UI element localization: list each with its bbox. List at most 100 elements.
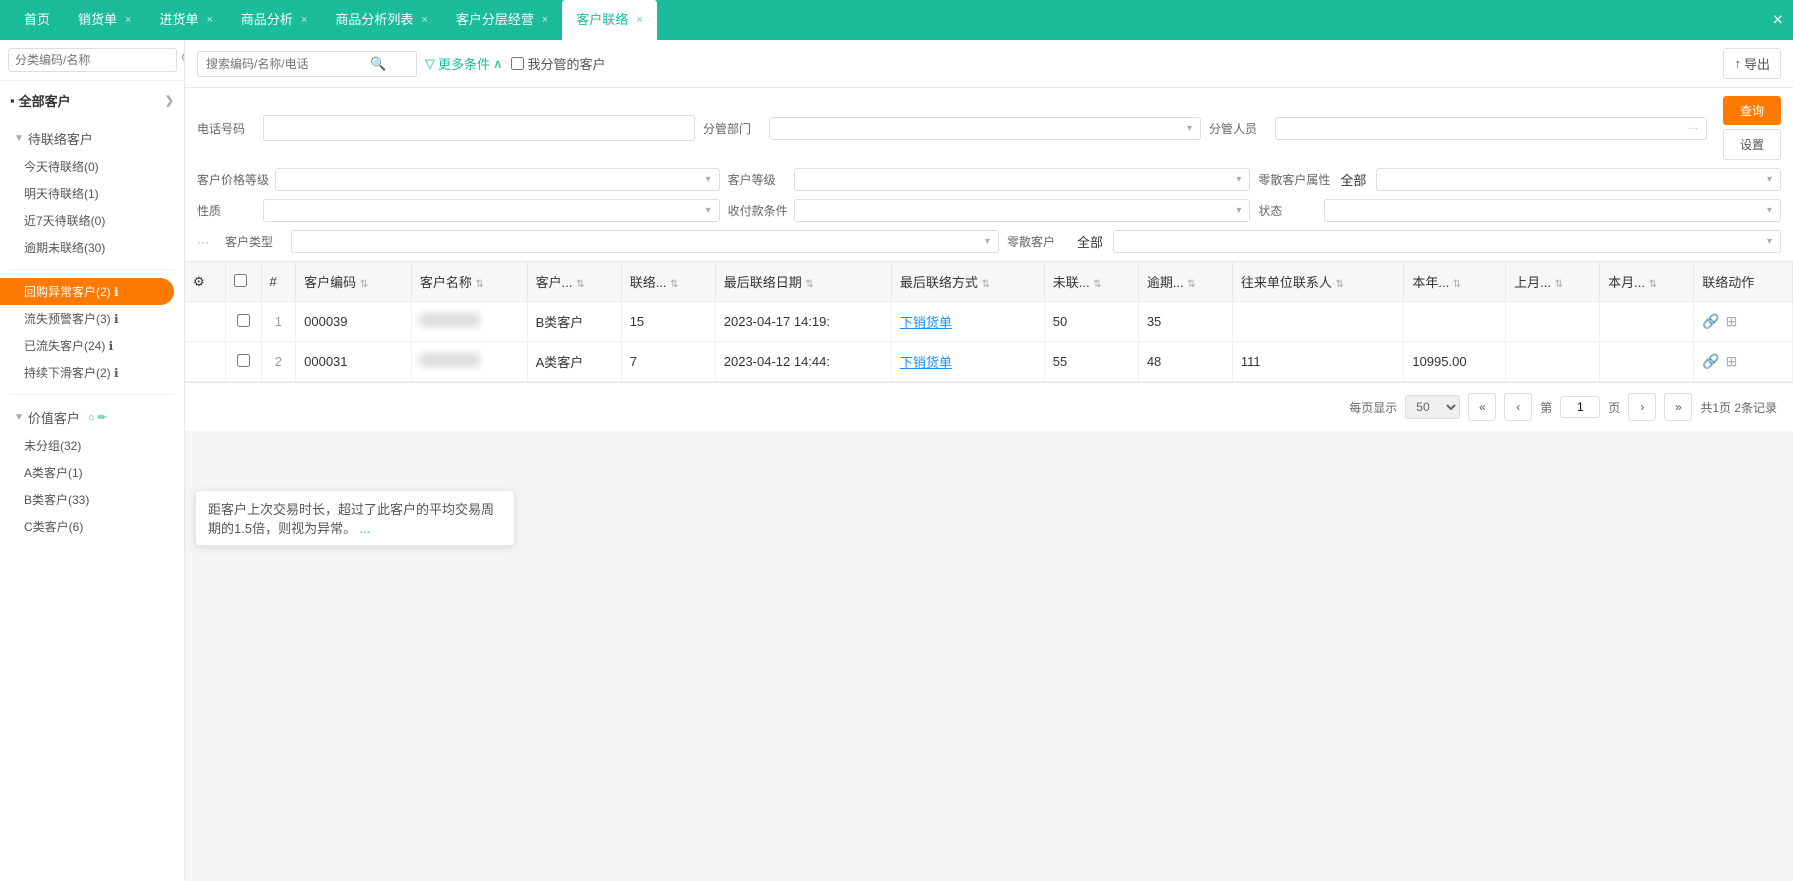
select-all-checkbox[interactable] — [234, 274, 247, 287]
nav-sales[interactable]: 销货单 × — [64, 0, 145, 40]
sidebar-all-customers[interactable]: ▪ 全部客户 ❯ — [0, 85, 184, 116]
filter-payment-select[interactable]: ▾ — [794, 199, 1251, 222]
nav-analysis-list[interactable]: 商品分析列表 × — [321, 0, 441, 40]
nav-customer-contact-close[interactable]: × — [636, 0, 642, 40]
link-sales-order-2[interactable]: 下销货单 — [900, 355, 952, 370]
td-contact-1: 15 — [621, 302, 715, 342]
action-link-icon-2[interactable]: 🔗 — [1702, 353, 1719, 370]
last-page-button[interactable]: » — [1664, 393, 1692, 421]
nav-home[interactable]: 首页 — [10, 0, 64, 40]
nav-customer-tier[interactable]: 客户分层经营 × — [442, 0, 562, 40]
sidebar-declining[interactable]: 持续下滑客户(2) ℹ — [0, 359, 184, 386]
toolbar: 🔍 ▽ 更多条件 ∧ 我分管的客户 ↑ 导出 — [185, 40, 1793, 88]
more-filter-button[interactable]: ▽ 更多条件 ∧ — [425, 54, 503, 73]
sidebar-all-customers-label: 全部客户 — [19, 91, 71, 110]
sidebar-collapse-icon[interactable]: ❯ — [165, 94, 174, 107]
sidebar-tomorrow-pending[interactable]: 明天待联络(1) — [0, 180, 184, 207]
nav-purchase[interactable]: 进货单 × — [145, 0, 226, 40]
sidebar-churned[interactable]: 已流失客户(24) ℹ — [0, 332, 184, 359]
th-gear[interactable]: ⚙ — [185, 262, 225, 302]
row-checkbox-2[interactable] — [237, 354, 250, 367]
sidebar-overdue-pending[interactable]: 逾期未联络(30) — [0, 234, 184, 261]
next-page-button[interactable]: › — [1628, 393, 1656, 421]
th-this-month[interactable]: 本月... ⇅ — [1600, 262, 1694, 302]
th-name[interactable]: 客户名称 ⇅ — [411, 262, 527, 302]
filter-department-select[interactable]: ▾ — [769, 117, 1201, 140]
filter-nature-select[interactable]: ▾ — [263, 199, 720, 222]
filter-retail-customer-select[interactable]: ▾ — [1113, 230, 1781, 253]
link-sales-order-1[interactable]: 下销货单 — [900, 315, 952, 330]
filter-more-button[interactable]: ··· — [197, 235, 209, 249]
sidebar-today-pending[interactable]: 今天待联络(0) — [0, 153, 184, 180]
window-close-button[interactable]: × — [1772, 10, 1783, 31]
sidebar-b-class[interactable]: B类客户(33) — [0, 486, 184, 513]
query-button[interactable]: 查询 — [1723, 96, 1781, 125]
filter-retail-attr-select[interactable]: ▾ — [1376, 168, 1781, 191]
th-checkbox[interactable] — [225, 262, 261, 302]
td-contact-person-2: 111 — [1232, 342, 1403, 382]
th-contact-person[interactable]: 往来单位联系人 ⇅ — [1232, 262, 1403, 302]
row-checkbox-1[interactable] — [237, 314, 250, 327]
sidebar-value-edit[interactable]: ○ ✏ — [88, 411, 107, 424]
sidebar-repurchase-anomaly[interactable]: 回购异常客户(2) ℹ — [0, 278, 174, 305]
search-icon[interactable]: 🔍 — [370, 56, 386, 72]
chevron-down-icon: ▾ — [1767, 236, 1772, 247]
export-button[interactable]: ↑ 导出 — [1723, 48, 1781, 79]
action-grid-icon-2[interactable]: ⊞ — [1726, 353, 1738, 370]
nav-customer-contact[interactable]: 客户联络 × — [562, 0, 656, 40]
tooltip-box: 距客户上次交易时长，超过了此客户的平均交易周期的1.5倍，则视为异常。 ... — [195, 490, 515, 546]
filter-price-grade-select[interactable]: ▾ — [275, 168, 720, 191]
sidebar-value-title[interactable]: ▼ 价值客户 ○ ✏ — [0, 403, 184, 432]
th-last-date[interactable]: 最后联络日期 ⇅ — [715, 262, 891, 302]
filter-customer-grade-label: 客户等级 — [728, 171, 788, 188]
td-checkbox-1 — [225, 302, 261, 342]
tooltip-more[interactable]: ... — [359, 521, 370, 536]
search-input[interactable] — [206, 57, 366, 71]
sidebar-7days-pending[interactable]: 近7天待联络(0) — [0, 207, 184, 234]
sidebar-pending-title[interactable]: ▼ 待联络客户 — [0, 124, 184, 153]
th-last-method[interactable]: 最后联络方式 ⇅ — [891, 262, 1044, 302]
td-type-2: A类客户 — [527, 342, 621, 382]
td-no-contact-1: 50 — [1044, 302, 1138, 342]
th-contact-count[interactable]: 联络... ⇅ — [621, 262, 715, 302]
filter-retail-inline-label: 全部 — [1077, 232, 1103, 251]
filter-customer-grade-select[interactable]: ▾ — [794, 168, 1251, 191]
th-type[interactable]: 客户... ⇅ — [527, 262, 621, 302]
prev-page-button[interactable]: ‹ — [1504, 393, 1532, 421]
nav-analysis-close[interactable]: × — [301, 0, 307, 40]
page-number-input[interactable] — [1560, 396, 1600, 418]
action-link-icon-1[interactable]: 🔗 — [1702, 313, 1719, 330]
per-page-select[interactable]: 50 10 20 100 — [1405, 395, 1460, 419]
th-last-month[interactable]: 上月... ⇅ — [1506, 262, 1600, 302]
sidebar-c-class[interactable]: C类客户(6) — [0, 513, 184, 540]
th-this-year[interactable]: 本年... ⇅ — [1404, 262, 1506, 302]
nav-sales-close[interactable]: × — [125, 0, 131, 40]
filter-phone-input[interactable] — [263, 115, 695, 141]
nav-purchase-close[interactable]: × — [206, 0, 212, 40]
filter-payment-label: 收付款条件 — [728, 202, 788, 219]
my-customer-label: 我分管的客户 — [528, 54, 606, 73]
setting-button[interactable]: 设置 — [1723, 129, 1781, 160]
th-code[interactable]: 客户编码 ⇅ — [296, 262, 412, 302]
nav-customer-tier-close[interactable]: × — [542, 0, 548, 40]
filter-person-select[interactable]: ··· — [1275, 117, 1707, 140]
sidebar-search-input[interactable] — [8, 48, 177, 72]
sidebar-a-class[interactable]: A类客户(1) — [0, 459, 184, 486]
my-customer-checkbox[interactable] — [511, 57, 524, 70]
nav-sales-label: 销货单 — [78, 0, 117, 40]
action-grid-icon-1[interactable]: ⊞ — [1726, 313, 1738, 330]
sidebar-ungroup[interactable]: 未分组(32) — [0, 432, 184, 459]
my-customer-checkbox-area: 我分管的客户 — [511, 54, 606, 73]
td-overdue-2: 48 — [1138, 342, 1232, 382]
nav-analysis-list-close[interactable]: × — [421, 0, 427, 40]
th-no-contact[interactable]: 未联... ⇅ — [1044, 262, 1138, 302]
th-overdue[interactable]: 逾期... ⇅ — [1138, 262, 1232, 302]
top-navigation: 首页 销货单 × 进货单 × 商品分析 × 商品分析列表 × 客户分层经营 × … — [0, 0, 1793, 40]
filter-customer-type-select[interactable]: ▾ — [291, 230, 999, 253]
nav-analysis[interactable]: 商品分析 × — [227, 0, 321, 40]
chevron-down-icon: ∧ — [493, 56, 503, 72]
sidebar-churn-warning[interactable]: 流失预警客户(3) ℹ — [0, 305, 184, 332]
td-no-contact-2: 55 — [1044, 342, 1138, 382]
first-page-button[interactable]: « — [1468, 393, 1496, 421]
filter-status-select[interactable]: ▾ — [1324, 199, 1781, 222]
